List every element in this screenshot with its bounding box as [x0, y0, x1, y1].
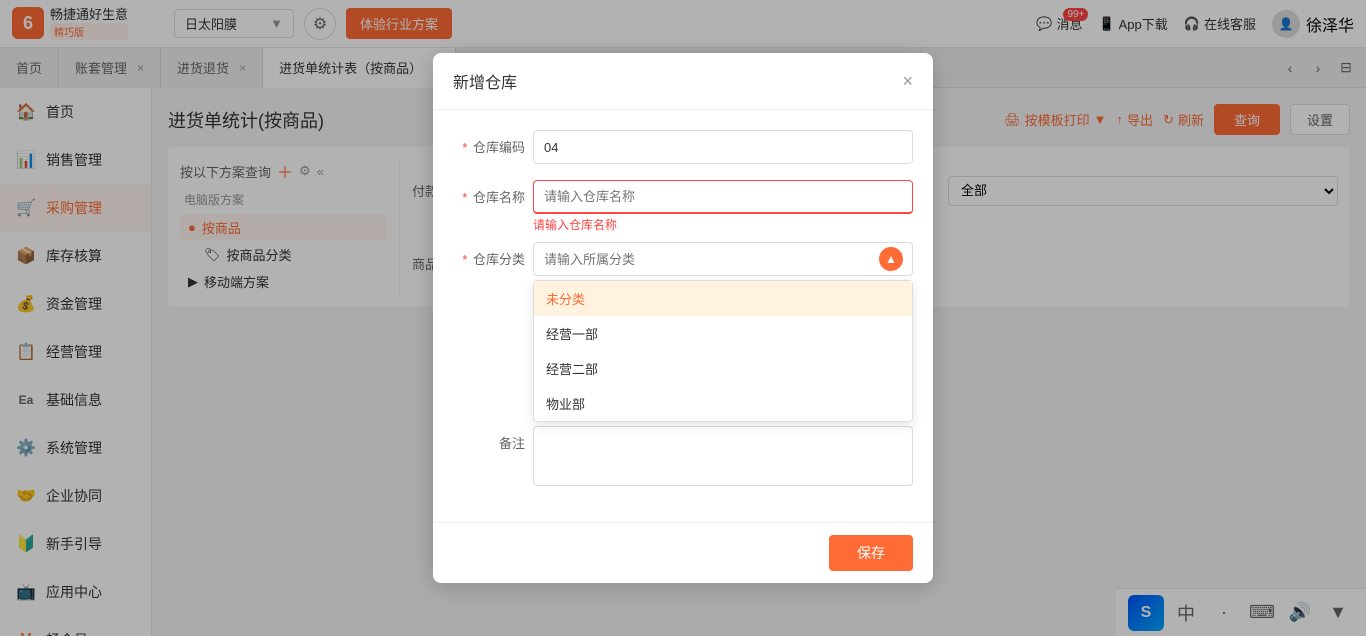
- modal-title: 新增仓库: [453, 69, 517, 93]
- warehouse-code-input[interactable]: [533, 130, 913, 164]
- category-select-wrap: ▲ 未分类 经营一部 经营二部 物业部: [533, 242, 913, 276]
- remark-label: 备注: [453, 426, 533, 452]
- warehouse-code-row: * 仓库编码: [453, 130, 913, 164]
- code-label: * 仓库编码: [453, 130, 533, 156]
- dropdown-option-dept2[interactable]: 经营二部: [534, 351, 912, 386]
- warehouse-category-row: * 仓库分类 ▲ 未分类 经营一部 经营二部 物业部: [453, 242, 913, 276]
- warehouse-name-row: * 仓库名称 请输入仓库名称: [453, 180, 913, 214]
- category-dropdown-list: 未分类 经营一部 经营二部 物业部: [533, 280, 913, 422]
- new-warehouse-modal: 新增仓库 × * 仓库编码 * 仓库名称 请输入仓库名称: [433, 53, 933, 583]
- modal-header: 新增仓库 ×: [433, 53, 933, 110]
- name-label: * 仓库名称: [453, 180, 533, 206]
- warehouse-name-input[interactable]: [533, 180, 913, 214]
- dropdown-option-dept1[interactable]: 经营一部: [534, 316, 912, 351]
- modal-close-button[interactable]: ×: [902, 72, 913, 90]
- modal-overlay: 新增仓库 × * 仓库编码 * 仓库名称 请输入仓库名称: [0, 0, 1366, 636]
- warehouse-remark-row: 备注: [453, 426, 913, 486]
- name-error-msg: 请输入仓库名称: [533, 216, 617, 233]
- remark-textarea[interactable]: [533, 426, 913, 486]
- dropdown-option-unclassified[interactable]: 未分类: [534, 281, 912, 316]
- save-button[interactable]: 保存: [829, 535, 913, 571]
- dropdown-option-property[interactable]: 物业部: [534, 386, 912, 421]
- category-input[interactable]: [533, 242, 913, 276]
- category-label: * 仓库分类: [453, 242, 533, 268]
- modal-footer: 保存: [433, 522, 933, 583]
- category-dropdown-arrow[interactable]: ▲: [879, 247, 903, 271]
- modal-body: * 仓库编码 * 仓库名称 请输入仓库名称 * 仓库分类: [433, 110, 933, 522]
